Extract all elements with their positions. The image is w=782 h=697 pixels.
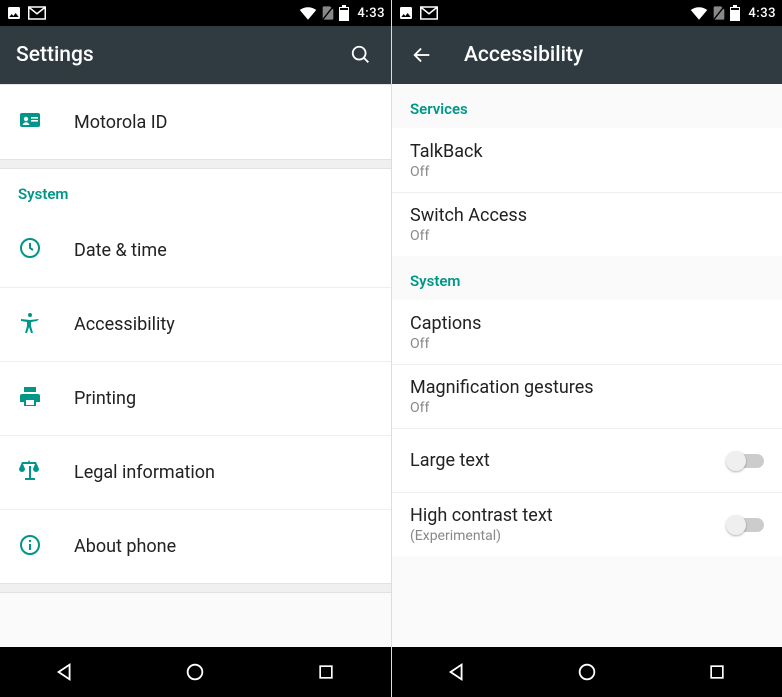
- arrow-back-icon: [411, 44, 433, 66]
- row-large-text[interactable]: Large text: [392, 428, 782, 492]
- row-status: Off: [410, 400, 764, 416]
- nav-home-button[interactable]: [557, 652, 617, 692]
- nav-back-button[interactable]: [427, 652, 487, 692]
- gmail-icon: [28, 6, 46, 20]
- phone-settings: 4:33 Settings Motorola ID System: [0, 0, 391, 697]
- row-accessibility[interactable]: Accessibility: [0, 287, 391, 361]
- row-label: Date & time: [74, 240, 373, 261]
- nav-bar: [392, 647, 782, 697]
- printer-icon: [18, 385, 42, 413]
- row-magnification[interactable]: Magnification gestures Off: [392, 364, 782, 428]
- search-button[interactable]: [347, 41, 375, 69]
- gmail-icon: [420, 6, 438, 20]
- row-about-phone[interactable]: About phone: [0, 509, 391, 583]
- section-header-system: System: [0, 169, 391, 213]
- row-label: Motorola ID: [74, 112, 373, 133]
- phone-accessibility: 4:33 Accessibility Services TalkBack Off…: [391, 0, 782, 697]
- row-sub: (Experimental): [410, 528, 714, 544]
- battery-icon: [730, 5, 740, 21]
- accessibility-icon: [18, 311, 42, 339]
- appbar-title: Accessibility: [464, 43, 583, 67]
- status-time: 4:33: [748, 6, 776, 21]
- accessibility-list[interactable]: Services TalkBack Off Switch Access Off …: [392, 84, 782, 647]
- nav-recent-button[interactable]: [687, 652, 747, 692]
- row-talkback[interactable]: TalkBack Off: [392, 128, 782, 192]
- badge-icon: [18, 108, 42, 136]
- circle-home-icon: [576, 661, 598, 683]
- row-date-time[interactable]: Date & time: [0, 213, 391, 287]
- picture-icon: [398, 5, 414, 21]
- section-header-system: System: [392, 256, 782, 300]
- settings-list[interactable]: Motorola ID System Date & time: [0, 84, 391, 647]
- status-bar: 4:33: [0, 0, 391, 26]
- row-printing[interactable]: Printing: [0, 361, 391, 435]
- large-text-switch[interactable]: [728, 454, 764, 468]
- square-recent-icon: [707, 662, 727, 682]
- row-label: Switch Access: [410, 205, 764, 226]
- row-high-contrast[interactable]: High contrast text (Experimental): [392, 492, 782, 556]
- clock-icon: [18, 236, 42, 264]
- row-status: Off: [410, 336, 764, 352]
- back-button[interactable]: [408, 41, 436, 69]
- row-label: Large text: [410, 450, 714, 471]
- row-label: TalkBack: [410, 141, 764, 162]
- nav-back-button[interactable]: [35, 652, 95, 692]
- row-label: Captions: [410, 313, 764, 334]
- row-label: About phone: [74, 536, 373, 557]
- scales-icon: [18, 459, 42, 487]
- triangle-back-icon: [54, 661, 76, 683]
- row-switch-access[interactable]: Switch Access Off: [392, 192, 782, 256]
- row-label: Legal information: [74, 462, 373, 483]
- row-status: Off: [410, 228, 764, 244]
- nav-bar: [0, 647, 391, 697]
- appbar-accessibility: Accessibility: [392, 26, 782, 84]
- wifi-icon: [690, 6, 708, 20]
- circle-home-icon: [184, 661, 206, 683]
- row-label: Accessibility: [74, 314, 373, 335]
- triangle-back-icon: [446, 661, 468, 683]
- search-icon: [350, 44, 372, 66]
- section-header-services: Services: [392, 84, 782, 128]
- row-status: Off: [410, 164, 764, 180]
- appbar-settings: Settings: [0, 26, 391, 84]
- appbar-title: Settings: [16, 43, 94, 67]
- picture-icon: [6, 5, 22, 21]
- status-bar: 4:33: [392, 0, 782, 26]
- battery-icon: [339, 5, 349, 21]
- high-contrast-switch[interactable]: [728, 518, 764, 532]
- nav-recent-button[interactable]: [296, 652, 356, 692]
- no-sim-icon: [712, 5, 726, 21]
- row-label: High contrast text: [410, 505, 714, 526]
- nav-home-button[interactable]: [165, 652, 225, 692]
- row-motorola-id[interactable]: Motorola ID: [0, 85, 391, 159]
- wifi-icon: [299, 6, 317, 20]
- info-icon: [18, 533, 42, 561]
- row-captions[interactable]: Captions Off: [392, 300, 782, 364]
- square-recent-icon: [316, 662, 336, 682]
- row-label: Magnification gestures: [410, 377, 764, 398]
- status-time: 4:33: [357, 6, 385, 21]
- row-legal[interactable]: Legal information: [0, 435, 391, 509]
- row-label: Printing: [74, 388, 373, 409]
- no-sim-icon: [321, 5, 335, 21]
